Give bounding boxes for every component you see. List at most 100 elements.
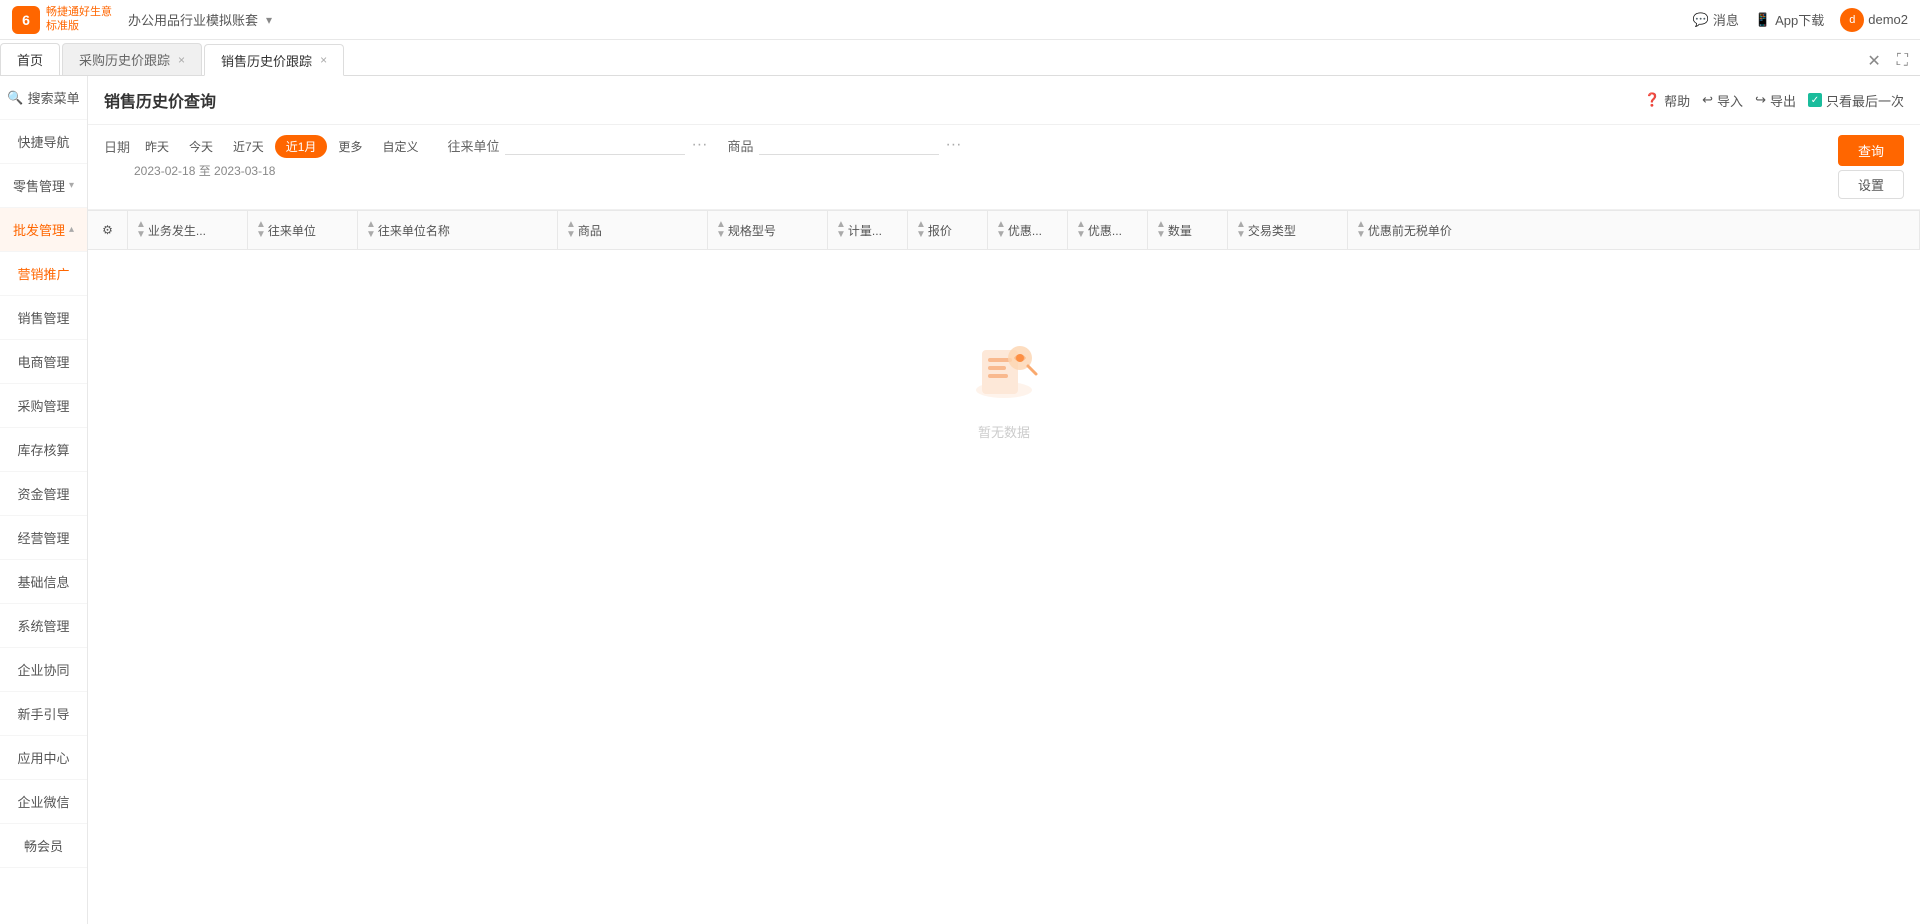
sort-qty-icon: ▲▼ [1156,220,1166,240]
more-btn[interactable]: 更多 [329,135,371,158]
app-download-btn[interactable]: 📱 App下载 [1755,10,1824,29]
sidebar-item-finance[interactable]: 资金管理 [0,472,87,516]
sidebar-item-nav[interactable]: 快捷导航 [0,120,87,164]
sidebar-item-marketing[interactable]: 营销推广 [0,252,87,296]
query-button[interactable]: 查询 [1838,135,1904,166]
sidebar-item-retail[interactable]: 零售管理 ▾ [0,164,87,208]
filter-bar: 日期 昨天 今天 近7天 近1月 更多 自定义 2023-02-18 至 202… [88,125,1920,210]
sort-type-icon: ▲▼ [1236,220,1246,240]
app-title-dropdown-icon[interactable]: ▾ [266,13,272,27]
tab-purchase-history-close[interactable]: × [178,53,185,67]
content-area: 销售历史价查询 ❓ 帮助 ↩ 导入 ↪ 导出 ✓ [88,76,1920,924]
today-btn[interactable]: 今天 [180,135,222,158]
table-header: ⚙ ▲▼ 业务发生... ▲▼ 往来单位 ▲▼ 往来单位名称 [88,210,1920,250]
top-bar-right: 💬 消息 📱 App下载 d demo2 [1693,8,1908,32]
product-input[interactable] [759,135,939,155]
sort-discount2-icon: ▲▼ [1076,220,1086,240]
th-notax[interactable]: ▲▼ 优惠前无税单价 [1348,211,1920,249]
user-profile[interactable]: d demo2 [1840,8,1908,32]
logo-text: 畅捷通好生意 标准版 [46,6,112,32]
product-dots[interactable]: ··· [945,136,961,154]
top-bar: 6 畅捷通好生意 标准版 办公用品行业模拟账套 ▾ 💬 消息 📱 App下载 d… [0,0,1920,40]
sidebar-item-basic[interactable]: 基础信息 [0,560,87,604]
empty-icon [964,330,1044,410]
tab-purchase-history[interactable]: 采购历史价跟踪 × [62,43,202,75]
th-settings[interactable]: ⚙ [88,211,128,249]
last1month-btn[interactable]: 近1月 [275,135,328,158]
th-product[interactable]: ▲▼ 商品 [558,211,708,249]
date-range-display: 2023-02-18 至 2023-03-18 [104,162,427,179]
sidebar-item-system[interactable]: 系统管理 [0,604,87,648]
tab-home[interactable]: 首页 [0,43,60,75]
avatar: d [1840,8,1864,32]
help-btn[interactable]: ❓ 帮助 [1644,91,1690,110]
sort-product-icon: ▲▼ [566,220,576,240]
only-last-checkbox[interactable]: ✓ [1808,93,1822,107]
help-icon: ❓ [1644,92,1660,108]
sidebar-item-purchase[interactable]: 采购管理 [0,384,87,428]
sidebar-item-vip[interactable]: 畅会员 [0,824,87,868]
th-discount2[interactable]: ▲▼ 优惠... [1068,211,1148,249]
th-date[interactable]: ▲▼ 业务发生... [128,211,248,249]
partner-label: 往来单位 [447,136,499,155]
empty-text: 暂无数据 [978,422,1030,441]
partner-filter-group: 往来单位 ··· [447,135,707,155]
phone-icon: 📱 [1755,12,1771,28]
page-container: 销售历史价查询 ❓ 帮助 ↩ 导入 ↪ 导出 ✓ [88,76,1920,924]
th-partner-code[interactable]: ▲▼ 往来单位 [248,211,358,249]
search-icon: 🔍 [7,90,23,106]
sidebar-item-guide[interactable]: 新手引导 [0,692,87,736]
settings-button[interactable]: 设置 [1838,170,1904,199]
yesterday-btn[interactable]: 昨天 [136,135,178,158]
import-btn[interactable]: ↩ 导入 [1702,91,1743,110]
sidebar-item-appstore[interactable]: 应用中心 [0,736,87,780]
page-header-right: ❓ 帮助 ↩ 导入 ↪ 导出 ✓ 只看最后一次 [1644,91,1904,110]
th-type[interactable]: ▲▼ 交易类型 [1228,211,1348,249]
sidebar-item-collab[interactable]: 企业协同 [0,648,87,692]
date-label: 日期 [104,137,130,156]
sidebar-item-wechat[interactable]: 企业微信 [0,780,87,824]
sort-partner-icon: ▲▼ [256,220,266,240]
wholesale-arrow-icon: ▴ [69,224,74,235]
export-btn[interactable]: ↪ 导出 [1755,91,1796,110]
product-label: 商品 [727,136,753,155]
main-layout: 🔍 搜索菜单 快捷导航 零售管理 ▾ 批发管理 ▴ 营销推广 销售管理 电商管理… [0,76,1920,924]
sort-discount1-icon: ▲▼ [996,220,1006,240]
top-bar-left: 6 畅捷通好生意 标准版 办公用品行业模拟账套 ▾ [12,6,272,34]
export-icon: ↪ [1755,92,1766,108]
tab-close-btn[interactable]: ✕ [1863,47,1884,75]
tab-maximize-btn[interactable]: ⛶ [1893,48,1912,74]
tab-bar: 首页 采购历史价跟踪 × 销售历史价跟踪 × ✕ ⛶ [0,40,1920,76]
tab-sales-history-close[interactable]: × [320,53,327,67]
th-partner-name[interactable]: ▲▼ 往来单位名称 [358,211,558,249]
sidebar-item-ecommerce[interactable]: 电商管理 [0,340,87,384]
th-qty[interactable]: ▲▼ 数量 [1148,211,1228,249]
empty-state: 暂无数据 [88,250,1920,521]
sort-spec-icon: ▲▼ [716,220,726,240]
partner-input[interactable] [505,135,685,155]
th-unit[interactable]: ▲▼ 计量... [828,211,908,249]
th-spec[interactable]: ▲▼ 规格型号 [708,211,828,249]
table-area: ⚙ ▲▼ 业务发生... ▲▼ 往来单位 ▲▼ 往来单位名称 [88,210,1920,521]
sidebar-item-operation[interactable]: 经营管理 [0,516,87,560]
sidebar-item-sales[interactable]: 销售管理 [0,296,87,340]
partner-dots[interactable]: ··· [691,136,707,154]
message-btn[interactable]: 💬 消息 [1693,10,1739,29]
page-title: 销售历史价查询 [104,88,216,112]
page-header: 销售历史价查询 ❓ 帮助 ↩ 导入 ↪ 导出 ✓ [88,76,1920,125]
only-last-checkbox-group[interactable]: ✓ 只看最后一次 [1808,91,1904,110]
logo-icon: 6 [12,6,40,34]
custom-btn[interactable]: 自定义 [373,135,427,158]
date-buttons: 昨天 今天 近7天 近1月 更多 自定义 [136,135,427,158]
sidebar-item-inventory[interactable]: 库存核算 [0,428,87,472]
logo-area: 6 畅捷通好生意 标准版 [12,6,112,34]
sidebar-item-wholesale[interactable]: 批发管理 ▴ [0,208,87,252]
th-discount1[interactable]: ▲▼ 优惠... [988,211,1068,249]
table-settings-icon: ⚙ [102,223,113,237]
date-filter-group: 日期 昨天 今天 近7天 近1月 更多 自定义 2023-02-18 至 202… [104,135,427,179]
th-price[interactable]: ▲▼ 报价 [908,211,988,249]
last7days-btn[interactable]: 近7天 [224,135,273,158]
sidebar-item-search[interactable]: 🔍 搜索菜单 [0,76,87,120]
tab-sales-history[interactable]: 销售历史价跟踪 × [204,44,344,76]
product-filter-group: 商品 ··· [727,135,961,155]
